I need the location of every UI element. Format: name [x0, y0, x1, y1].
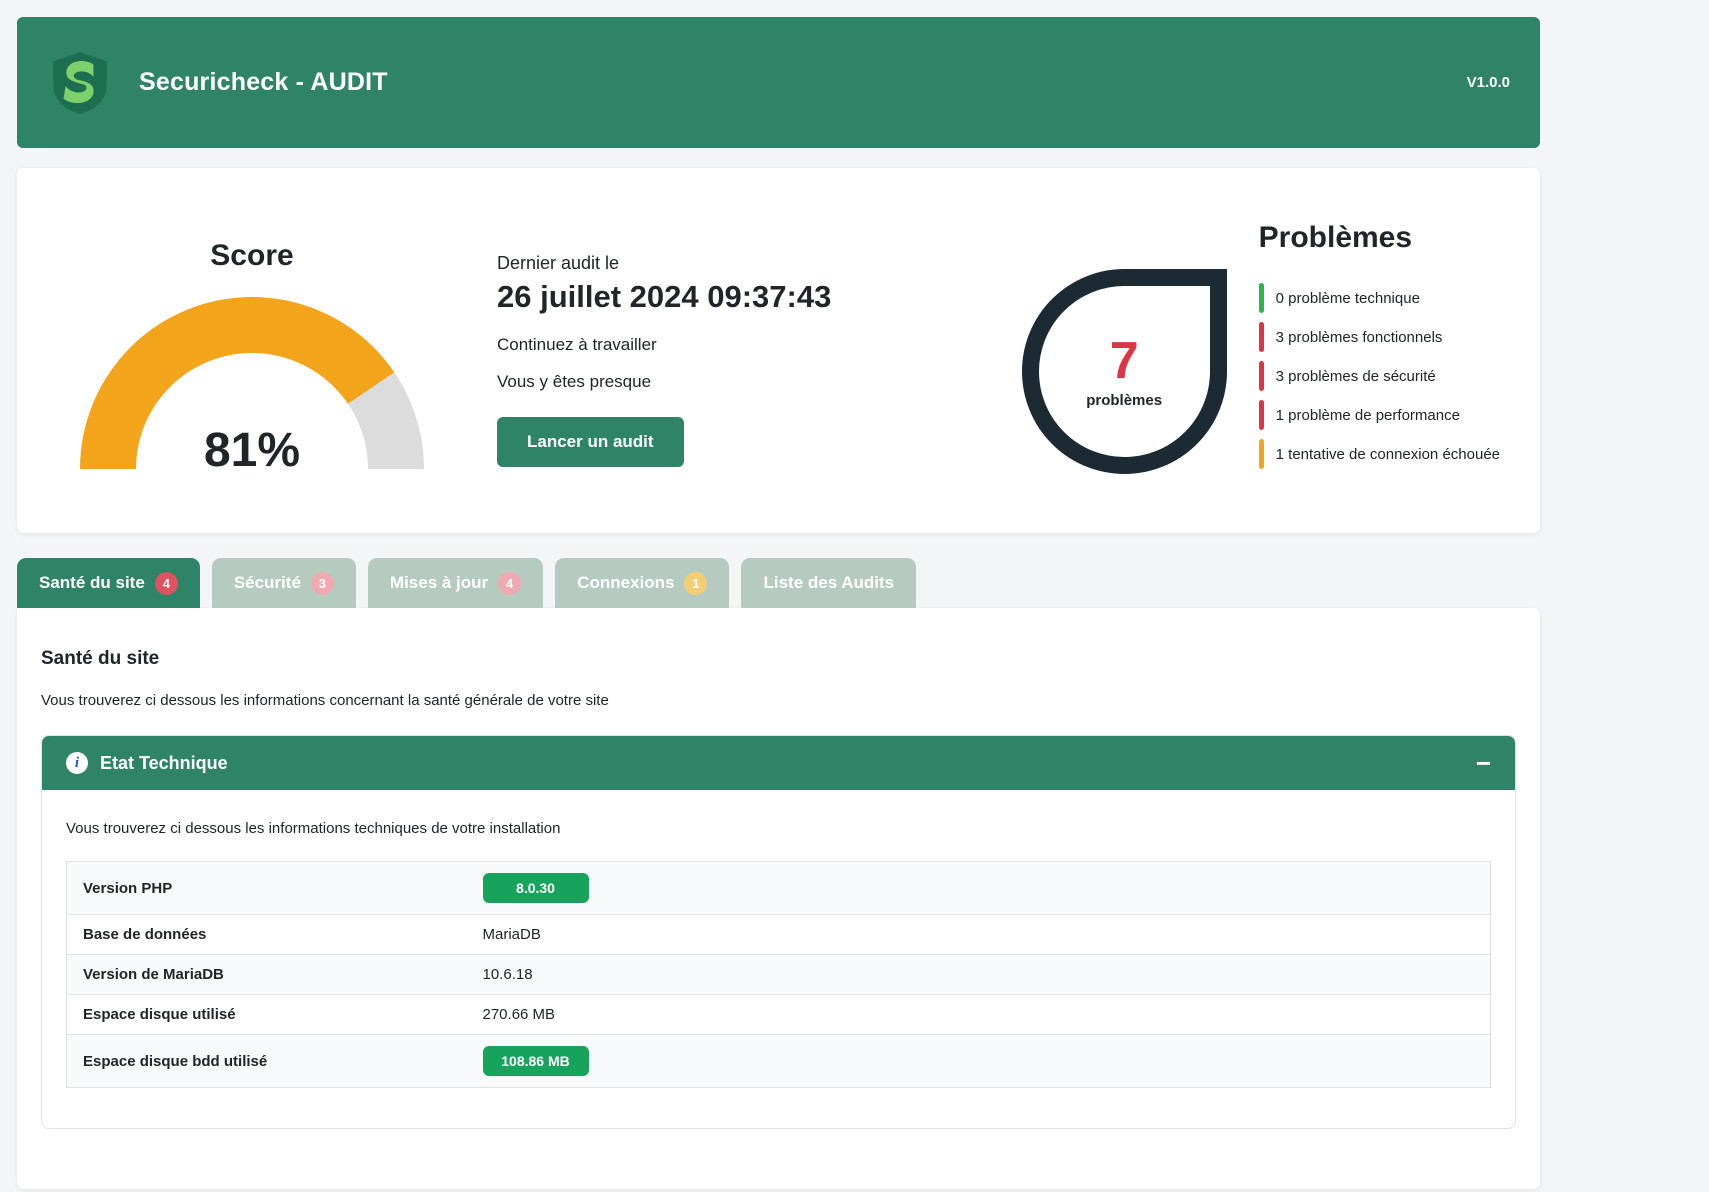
tech-table-row: Version PHP 8.0.30: [66, 861, 1491, 915]
problem-color-bar-icon: [1258, 439, 1264, 469]
audit-message-2: Vous y êtes presque: [497, 372, 652, 391]
tab-connexions[interactable]: Connexions 1: [555, 558, 730, 608]
problems-legend: 0 problème technique 3 problèmes fonction…: [1258, 283, 1500, 469]
problems-ring: 7 problèmes: [1021, 269, 1227, 474]
tab-securite[interactable]: Sécurité 3: [211, 558, 356, 608]
panel-title: Etat Technique: [100, 752, 228, 773]
tab-mises-a-jour[interactable]: Mises à jour 4: [367, 558, 544, 608]
problems-section: 7 problèmes Problèmes 0 problème techniq…: [1021, 213, 1500, 478]
row-value-cell: 8.0.30: [467, 862, 1491, 915]
row-value-pill: 8.0.30: [482, 873, 589, 903]
tab-label: Mises à jour: [389, 573, 489, 592]
problems-ring-wrap: 7 problèmes: [1021, 213, 1227, 478]
summary-card: Score 81% Dernier audit le 26 juillet 20…: [17, 168, 1540, 533]
problem-label: 1 problème de performance: [1275, 406, 1460, 424]
problem-label: 3 problèmes fonctionnels: [1275, 328, 1443, 346]
row-label: Version de MariaDB: [83, 966, 224, 983]
page-container: Securicheck - AUDIT V1.0.0 Score 81% Der…: [17, 17, 1540, 1189]
app-header: Securicheck - AUDIT V1.0.0: [17, 17, 1540, 148]
row-value-pill: 108.86 MB: [482, 1046, 589, 1076]
problems-title: Problèmes: [1258, 221, 1413, 254]
audit-section: Dernier audit le 26 juillet 2024 09:37:4…: [497, 213, 907, 478]
problem-color-bar-icon: [1258, 400, 1264, 430]
row-value-cell: MariaDB: [467, 915, 1491, 955]
collapse-icon[interactable]: −: [1476, 750, 1491, 776]
tab-label: Liste des Audits: [763, 573, 895, 592]
tab-label: Connexions: [577, 573, 675, 592]
score-value: 81%: [203, 424, 301, 477]
audit-message-1: Continuez à travailler: [497, 335, 657, 354]
problems-legend-column: Problèmes 0 problème technique 3 problème…: [1258, 213, 1500, 478]
panel-header[interactable]: i Etat Technique −: [42, 736, 1515, 790]
tab-badge: 1: [684, 571, 708, 595]
score-section: Score 81%: [57, 213, 447, 478]
problem-legend-item: 1 problème de performance: [1258, 400, 1500, 430]
etat-technique-panel: i Etat Technique − Vous trouverez ci des…: [41, 735, 1516, 1129]
tech-table-row: Espace disque bdd utilisé 108.86 MB: [66, 1034, 1491, 1088]
row-label: Base de données: [83, 926, 207, 943]
problem-legend-item: 3 problèmes de sécurité: [1258, 361, 1500, 391]
app-version: V1.0.0: [1466, 74, 1510, 91]
content-title: Santé du site: [41, 648, 160, 669]
row-label: Espace disque bdd utilisé: [83, 1052, 268, 1070]
tab-sante-du-site[interactable]: Santé du site 4: [17, 558, 200, 608]
panel-description: Vous trouverez ci dessous les informatio…: [66, 820, 561, 837]
app-title: Securicheck - AUDIT: [139, 68, 388, 96]
info-icon: i: [66, 752, 88, 774]
problem-legend-item: 3 problèmes fonctionnels: [1258, 322, 1500, 352]
problem-color-bar-icon: [1258, 361, 1264, 391]
score-gauge: 81%: [80, 297, 424, 475]
last-audit-date: 26 juillet 2024 09:37:43: [497, 279, 832, 314]
row-label: Version PHP: [83, 879, 173, 897]
row-value: MariaDB: [482, 926, 541, 943]
problems-count-label: problèmes: [1086, 391, 1163, 409]
tab-label: Santé du site: [39, 573, 145, 592]
row-value-cell: 10.6.18: [467, 955, 1491, 995]
row-value: 270.66 MB: [482, 1006, 556, 1023]
problem-label: 0 problème technique: [1275, 289, 1420, 307]
tech-table-row: Base de données MariaDB: [66, 915, 1491, 955]
tab-badge: 4: [154, 571, 178, 595]
launch-audit-button[interactable]: Lancer un audit: [497, 417, 684, 467]
problem-color-bar-icon: [1258, 283, 1264, 313]
last-audit-label: Dernier audit le: [497, 253, 620, 273]
problem-color-bar-icon: [1258, 322, 1264, 352]
problem-label: 3 problèmes de sécurité: [1275, 367, 1436, 385]
problem-legend-item: 0 problème technique: [1258, 283, 1500, 313]
content-subtitle: Vous trouverez ci dessous les informatio…: [41, 692, 609, 709]
tab-liste-des-audits[interactable]: Liste des Audits: [741, 558, 917, 608]
tab-label: Sécurité: [233, 573, 301, 592]
row-label: Espace disque utilisé: [83, 1006, 236, 1023]
tech-table-row: Espace disque utilisé 270.66 MB: [66, 995, 1491, 1035]
securicheck-logo-icon: [47, 50, 113, 116]
tab-content-card: Santé du site Vous trouverez ci dessous …: [17, 608, 1540, 1189]
panel-body: Vous trouverez ci dessous les informatio…: [42, 790, 1515, 1128]
row-value-cell: 108.86 MB: [467, 1035, 1491, 1088]
score-title: Score: [210, 239, 294, 272]
problem-label: 1 tentative de connexion échouée: [1275, 445, 1500, 463]
row-value-cell: 270.66 MB: [467, 995, 1491, 1035]
tab-bar: Santé du site 4 Sécurité 3 Mises à jour 4 Conn…: [17, 558, 1540, 608]
row-value: 10.6.18: [482, 966, 533, 983]
tab-badge: 4: [498, 571, 522, 595]
tech-info-table: Version PHP 8.0.30 Base de données MariaDB V…: [66, 861, 1491, 1088]
problem-legend-item: 1 tentative de connexion échouée: [1258, 439, 1500, 469]
tab-badge: 3: [310, 571, 334, 595]
problems-count: 7: [1109, 331, 1139, 390]
tech-table-row: Version de MariaDB 10.6.18: [66, 954, 1491, 995]
